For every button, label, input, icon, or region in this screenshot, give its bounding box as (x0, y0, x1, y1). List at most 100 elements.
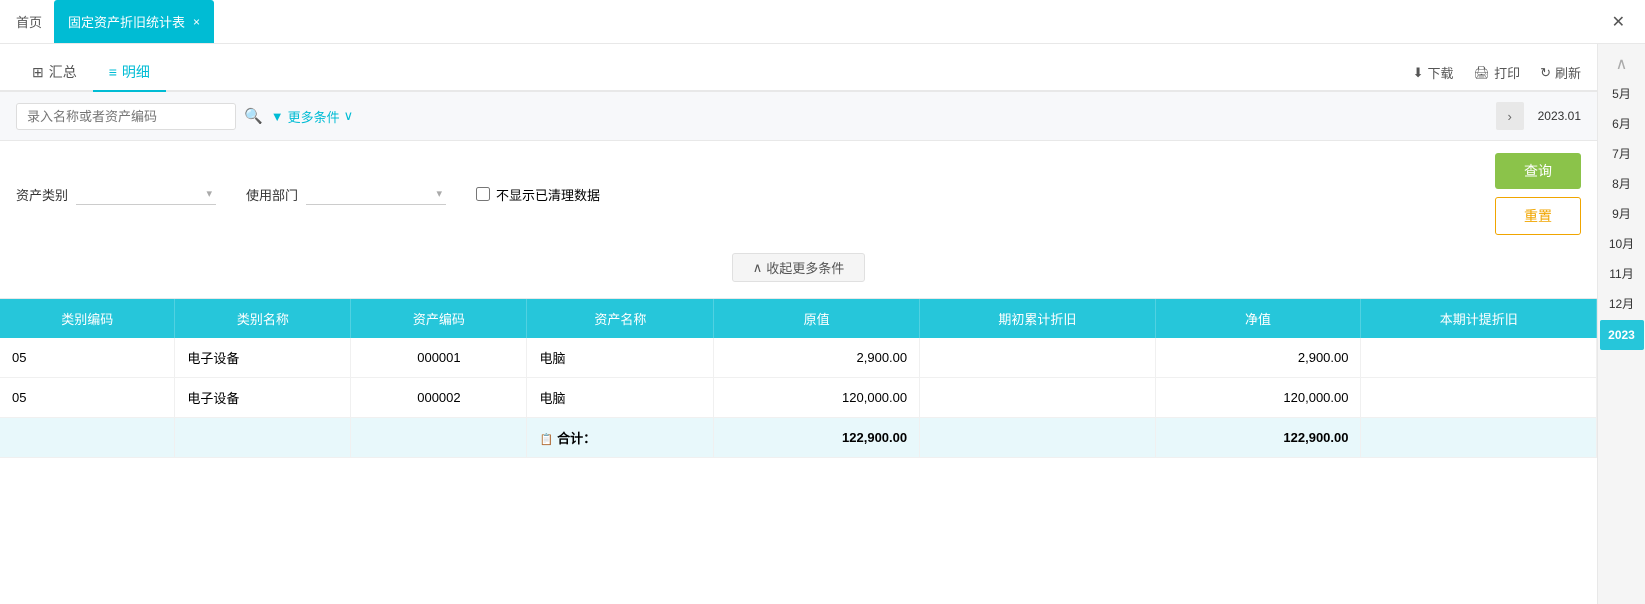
cell-acc-depreciation (920, 378, 1155, 418)
content-area: ⊞ 汇总 ≡ 明细 ⬇ 下载 🖨 打印 ↻ 刷新 (0, 44, 1645, 604)
collapse-row: ∧ 收起更多条件 (16, 245, 1581, 290)
col-category-name: 类别名称 (175, 299, 351, 338)
cell-asset-name: 电脑 (527, 338, 714, 378)
cell-acc-depreciation (920, 338, 1155, 378)
download-icon: ⬇ (1413, 65, 1424, 81)
filter-icon: ▼ (271, 109, 284, 124)
print-button[interactable]: 🖨 打印 (1474, 63, 1521, 82)
total-original-value: 122,900.00 (714, 418, 920, 458)
col-asset-name: 资产名称 (527, 299, 714, 338)
right-sidebar: ∧ 5月6月7月8月9月10月11月12月 2023 (1597, 44, 1645, 604)
use-dept-select[interactable] (306, 183, 446, 205)
cell-category-code: 05 (0, 378, 175, 418)
main-tab[interactable]: 固定资产折旧统计表 × (54, 0, 214, 43)
query-button[interactable]: 查询 (1495, 153, 1581, 189)
chevron-right-icon: › (1507, 109, 1511, 124)
sidebar-month-item[interactable]: 10月 (1600, 228, 1644, 258)
refresh-icon: ↻ (1540, 65, 1551, 81)
table-row: 05 电子设备 000001 电脑 2,900.00 2,900.00 (0, 338, 1597, 378)
asset-category-select[interactable] (76, 183, 216, 205)
cell-net-value: 120,000.00 (1155, 378, 1361, 418)
sidebar-month-item[interactable]: 8月 (1600, 168, 1644, 198)
tab-summary-label: 汇总 (49, 62, 77, 82)
asset-category-label: 资产类别 (16, 185, 68, 204)
cell-current-depreciation (1361, 378, 1597, 418)
panel-toggle-button[interactable]: › (1496, 102, 1524, 130)
cell-category-name: 电子设备 (175, 338, 351, 378)
sidebar-up-button[interactable]: ∧ (1600, 52, 1644, 76)
sidebar-month-item[interactable]: 11月 (1600, 258, 1644, 288)
total-empty-1 (0, 418, 175, 458)
table-row: 05 电子设备 000002 电脑 120,000.00 120,000.00 (0, 378, 1597, 418)
up-arrow-icon: ∧ (1616, 54, 1628, 74)
col-acc-depreciation: 期初累计折旧 (920, 299, 1155, 338)
tab-label: 固定资产折旧统计表 (68, 12, 185, 31)
refresh-label: 刷新 (1555, 63, 1581, 82)
cell-asset-code: 000002 (351, 378, 527, 418)
tab-detail-label: 明细 (122, 62, 150, 82)
checkbox-filter: 不显示已清理数据 (476, 185, 600, 204)
print-icon: 🖨 (1474, 65, 1491, 81)
cell-net-value: 2,900.00 (1155, 338, 1361, 378)
chevron-down-icon: ∨ (344, 108, 354, 124)
total-acc-depreciation (920, 418, 1155, 458)
window-close-icon[interactable]: ✕ (1612, 12, 1625, 32)
print-label: 打印 (1494, 63, 1520, 82)
total-empty-3 (351, 418, 527, 458)
more-filter-button[interactable]: ▼ 更多条件 ∨ (271, 107, 353, 126)
refresh-button[interactable]: ↻ 刷新 (1540, 63, 1581, 82)
use-dept-wrapper (306, 183, 446, 205)
total-label: 📋合计： (527, 418, 714, 458)
tab-close-icon[interactable]: × (193, 15, 200, 29)
total-net-value: 122,900.00 (1155, 418, 1361, 458)
sidebar-month-item[interactable]: 6月 (1600, 108, 1644, 138)
total-current-depreciation (1361, 418, 1597, 458)
use-dept-filter: 使用部门 (246, 183, 446, 205)
col-current-depreciation: 本期计提折旧 (1361, 299, 1597, 338)
sidebar-month-item[interactable]: 5月 (1600, 78, 1644, 108)
sidebar-month-item[interactable]: 12月 (1600, 288, 1644, 318)
home-tab[interactable]: 首页 (16, 12, 42, 31)
table-wrapper: 类别编码 类别名称 资产编码 资产名称 原值 期初累计折旧 净值 本期计提折旧 … (0, 299, 1597, 604)
cell-category-code: 05 (0, 338, 175, 378)
search-icon[interactable]: 🔍 (244, 107, 263, 125)
download-label: 下载 (1428, 63, 1454, 82)
cell-category-name: 电子设备 (175, 378, 351, 418)
col-original-value: 原值 (714, 299, 920, 338)
col-category-code: 类别编码 (0, 299, 175, 338)
tab-summary[interactable]: ⊞ 汇总 (16, 54, 93, 92)
more-filter-label: 更多条件 (288, 107, 340, 126)
col-asset-code: 资产编码 (351, 299, 527, 338)
download-button[interactable]: ⬇ 下载 (1413, 63, 1454, 82)
reset-button[interactable]: 重置 (1495, 197, 1581, 235)
sidebar-month-item[interactable]: 7月 (1600, 138, 1644, 168)
search-bar: 🔍 ▼ 更多条件 ∨ › 2023.01 (0, 92, 1597, 141)
col-net-value: 净值 (1155, 299, 1361, 338)
collapse-button[interactable]: ∧ 收起更多条件 (732, 253, 866, 282)
tab-detail[interactable]: ≡ 明细 (93, 54, 166, 92)
collapse-label: 收起更多条件 (766, 258, 844, 277)
total-empty-2 (175, 418, 351, 458)
summary-icon: ⊞ (32, 64, 44, 81)
hide-cleared-checkbox[interactable] (476, 187, 490, 201)
cell-original-value: 120,000.00 (714, 378, 920, 418)
data-table: 类别编码 类别名称 资产编码 资产名称 原值 期初累计折旧 净值 本期计提折旧 … (0, 299, 1597, 458)
cell-original-value: 2,900.00 (714, 338, 920, 378)
use-dept-label: 使用部门 (246, 185, 298, 204)
cell-asset-code: 000001 (351, 338, 527, 378)
detail-icon: ≡ (109, 64, 117, 80)
toolbar-right: ⬇ 下载 🖨 打印 ↻ 刷新 (1413, 63, 1581, 90)
asset-category-wrapper (76, 183, 216, 205)
cell-asset-name: 电脑 (527, 378, 714, 418)
date-label: 2023.01 (1532, 109, 1581, 123)
filter-row: 资产类别 使用部门 (16, 153, 1581, 235)
search-input[interactable] (16, 103, 236, 130)
main-panel: ⊞ 汇总 ≡ 明细 ⬇ 下载 🖨 打印 ↻ 刷新 (0, 44, 1597, 604)
collapse-icon: ∧ (753, 260, 763, 276)
asset-category-filter: 资产类别 (16, 183, 216, 205)
cell-current-depreciation (1361, 338, 1597, 378)
sidebar-month-item[interactable]: 9月 (1600, 198, 1644, 228)
sub-tabs-bar: ⊞ 汇总 ≡ 明细 ⬇ 下载 🖨 打印 ↻ 刷新 (0, 44, 1597, 92)
sidebar-year-label[interactable]: 2023 (1600, 320, 1644, 350)
table-header-row: 类别编码 类别名称 资产编码 资产名称 原值 期初累计折旧 净值 本期计提折旧 (0, 299, 1597, 338)
